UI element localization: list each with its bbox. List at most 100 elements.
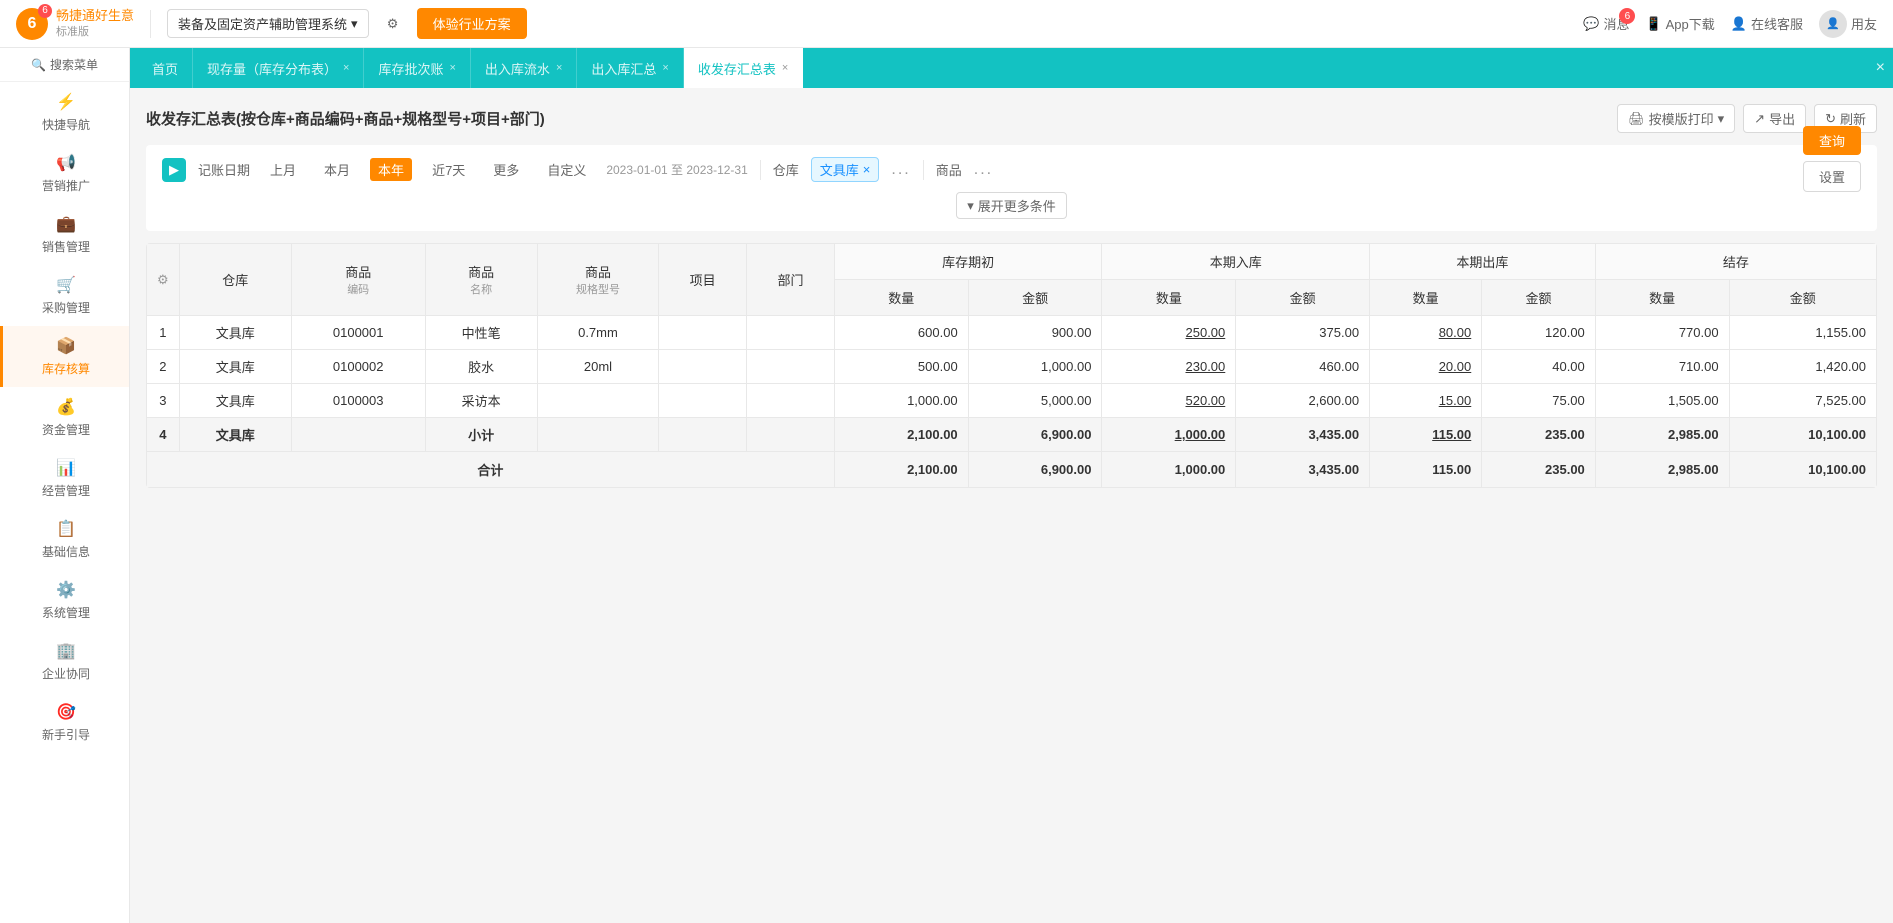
page-title: 收发存汇总表(按仓库+商品编码+商品+规格型号+项目+部门) [146,108,545,129]
expand-conditions-btn[interactable]: ▾ 展开更多条件 [956,192,1067,219]
tab-recv-send[interactable]: 收发存汇总表 × [684,48,803,88]
tab-inout-summary[interactable]: 出入库汇总 × [577,48,683,88]
footer-bal-qty: 2,985.00 [1595,452,1729,488]
print-btn[interactable]: 🖨 按模版打印 ▾ [1617,104,1735,133]
sidebar-item-operations[interactable]: 📊 经营管理 [0,448,129,509]
download-icon: 📱 [1645,16,1661,32]
sidebar-item-marketing[interactable]: 📢 营销推广 [0,143,129,204]
sales-icon: 💼 [56,214,76,234]
close-all-tabs[interactable]: × [1876,59,1885,77]
tab-close-icon[interactable]: × [449,62,455,74]
message-icon: 💬 [1583,16,1599,32]
row-bal-qty: 710.00 [1595,350,1729,384]
sidebar-item-sales[interactable]: 💼 销售管理 [0,204,129,265]
row-in-qty[interactable]: 1,000.00 [1102,418,1236,452]
col-warehouse-header: 仓库 [179,244,291,316]
warehouse-tag-text: 文具库 [820,160,859,179]
sidebar-item-purchase[interactable]: 🛒 采购管理 [0,265,129,326]
tab-inventory-dist[interactable]: 现存量（库存分布表） × [193,48,364,88]
message-btn[interactable]: 💬 消息 6 [1583,14,1629,33]
sidebar-item-system[interactable]: ⚙️ 系统管理 [0,570,129,631]
user-btn[interactable]: 👤 用友 [1819,10,1877,38]
row-in-qty[interactable]: 250.00 [1102,316,1236,350]
row-goods-code: 0100002 [291,350,425,384]
table-row: 4文具库小计2,100.006,900.001,000.003,435.0011… [147,418,1877,452]
row-bal-amt: 10,100.00 [1729,418,1876,452]
sidebar-item-label: 采购管理 [42,299,90,316]
online-service-btn[interactable]: 👤 在线客服 [1731,14,1803,33]
tab-label: 库存批次账 [378,59,443,78]
tab-label: 出入库汇总 [591,59,656,78]
tab-inout-flow[interactable]: 出入库流水 × [471,48,577,88]
date-range-display: 2023-01-01 至 2023-12-31 [606,161,747,178]
row-open-amt: 5,000.00 [968,384,1102,418]
table-settings-icon[interactable]: ⚙ [157,272,169,287]
row-goods-name: 中性笔 [425,316,537,350]
search-menu[interactable]: 🔍 搜索菜单 [0,48,129,82]
row-out-qty[interactable]: 80.00 [1370,316,1482,350]
sidebar-item-guide[interactable]: 🎯 新手引导 [0,692,129,753]
col-balance-header: 结存 [1595,244,1876,280]
row-in-qty[interactable]: 230.00 [1102,350,1236,384]
date-btn-more[interactable]: 更多 [485,158,527,181]
set-btn[interactable]: 设置 [1803,161,1861,192]
printer-icon: 🖨 [1628,111,1645,127]
footer-in-qty: 1,000.00 [1102,452,1236,488]
tab-close-icon[interactable]: × [343,62,349,74]
tab-close-icon[interactable]: × [782,62,788,74]
tab-home[interactable]: 首页 [138,48,193,88]
industry-btn[interactable]: 体验行业方案 [417,8,527,39]
row-project [659,384,747,418]
row-goods-name: 采访本 [425,384,537,418]
sidebar-item-quick-nav[interactable]: ⚡ 快捷导航 [0,82,129,143]
settings-icon[interactable]: ⚙ [377,8,409,40]
sidebar-item-label: 资金管理 [42,421,90,438]
row-goods-name: 胶水 [425,350,537,384]
row-in-qty[interactable]: 520.00 [1102,384,1236,418]
col-settings-header[interactable]: ⚙ [147,244,180,316]
inventory-icon: 📦 [56,336,76,356]
filter-expand-arrow[interactable]: ▶ [162,158,186,182]
row-bal-amt: 7,525.00 [1729,384,1876,418]
guide-icon: 🎯 [56,702,76,722]
message-badge: 6 [1619,8,1635,24]
row-bal-qty: 1,505.00 [1595,384,1729,418]
date-btn-this-year[interactable]: 本年 [370,158,412,181]
row-warehouse: 文具库 [179,418,291,452]
table-row: 3文具库0100003采访本1,000.005,000.00520.002,60… [147,384,1877,418]
system-selector[interactable]: 装备及固定资产辅助管理系统 ▾ [167,9,369,38]
query-btn[interactable]: 查询 [1803,126,1861,155]
row-out-qty[interactable]: 20.00 [1370,350,1482,384]
date-btn-this-month[interactable]: 本月 [316,158,358,181]
warehouse-more-btn[interactable]: ... [891,161,910,179]
export-btn[interactable]: ↗ 导出 [1743,104,1806,133]
sidebar-item-label: 企业协同 [42,665,90,682]
table-row: 1文具库0100001中性笔0.7mm600.00900.00250.00375… [147,316,1877,350]
app-download-btn[interactable]: 📱 App下载 [1645,14,1714,33]
sidebar-item-finance[interactable]: 💰 资金管理 [0,387,129,448]
row-out-qty[interactable]: 15.00 [1370,384,1482,418]
sidebar-item-enterprise[interactable]: 🏢 企业协同 [0,631,129,692]
chevron-down-icon: ▾ [967,198,974,214]
sidebar-item-label: 销售管理 [42,238,90,255]
row-out-qty[interactable]: 115.00 [1370,418,1482,452]
date-btn-last-month[interactable]: 上月 [262,158,304,181]
divider [760,160,761,180]
goods-more-btn[interactable]: ... [974,161,993,179]
sidebar-item-inventory[interactable]: 📦 库存核算 [0,326,129,387]
date-label: 记账日期 [198,160,250,179]
sidebar-item-label: 库存核算 [42,360,90,377]
avatar: 👤 [1819,10,1847,38]
col-open-amt-header: 金额 [968,280,1102,316]
warehouse-tag-remove[interactable]: × [863,162,871,177]
tab-batch-ledger[interactable]: 库存批次账 × [364,48,470,88]
chevron-down-icon: ▾ [1718,111,1725,127]
sidebar-item-label: 系统管理 [42,604,90,621]
date-btn-7days[interactable]: 近7天 [424,158,473,181]
tab-close-icon[interactable]: × [662,62,668,74]
date-btn-custom[interactable]: 自定义 [539,158,594,181]
sidebar-item-basic[interactable]: 📋 基础信息 [0,509,129,570]
tab-label: 出入库流水 [485,59,550,78]
tab-close-icon[interactable]: × [556,62,562,74]
data-table-container: ⚙ 仓库 商品编码 商品名称 商品规格型号 项目 部门 库存期初 本期入库 本 [146,243,1877,488]
